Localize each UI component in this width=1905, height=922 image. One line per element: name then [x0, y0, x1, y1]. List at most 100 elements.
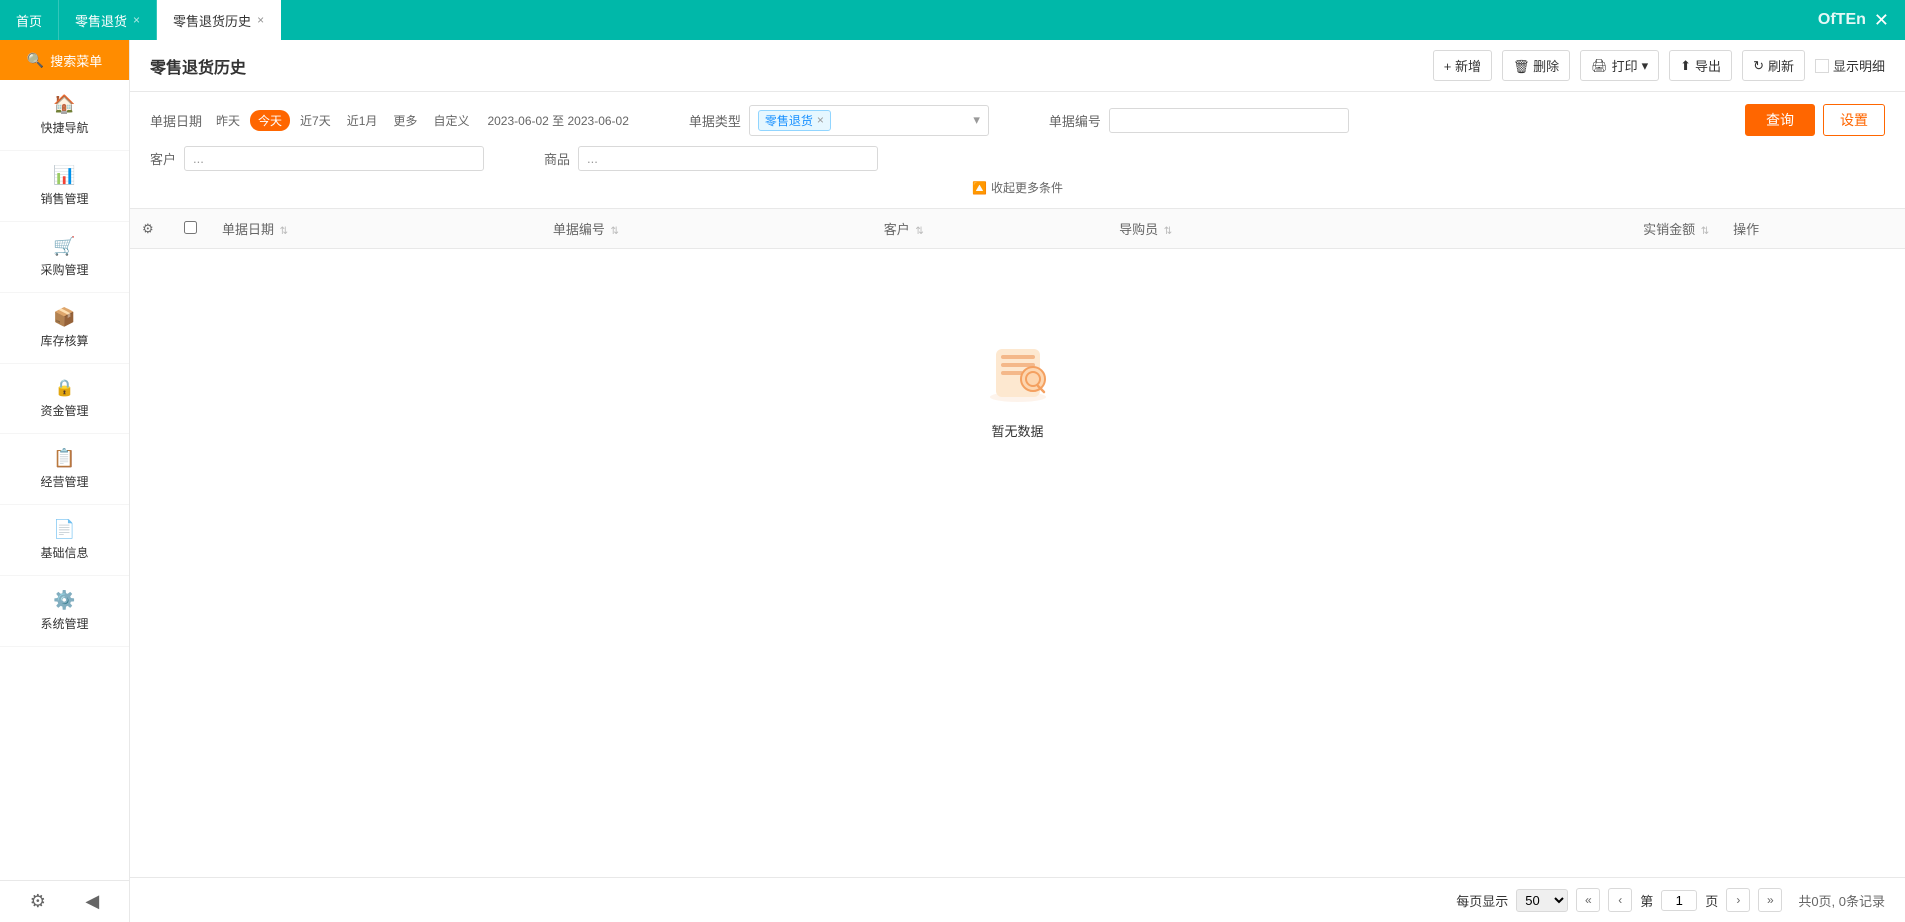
select-all-checkbox[interactable]	[184, 221, 197, 234]
sidebar-item-business-mgmt-label: 经营管理	[40, 473, 88, 490]
sidebar-item-basic-info[interactable]: 📄 基础信息	[0, 505, 129, 576]
settings-filter-button[interactable]: 设置	[1823, 104, 1885, 136]
sidebar-item-inventory[interactable]: 📦 库存核算	[0, 293, 129, 364]
th-amount-label: 实销金额	[1643, 222, 1695, 237]
display-detail-label: 显示明细	[1833, 56, 1885, 75]
sidebar-item-business-mgmt[interactable]: 📋 经营管理	[0, 434, 129, 505]
type-select-dropdown-icon: ▾	[973, 112, 980, 128]
number-filter-label: 单据编号	[1049, 111, 1101, 130]
sidebar-item-inventory-label: 库存核算	[40, 332, 88, 349]
th-action: 操作	[1721, 209, 1905, 249]
next-page-button[interactable]: ›	[1726, 888, 1750, 912]
filter-number: 单据编号	[1049, 108, 1349, 133]
table-header-row: ⚙ 单据日期 ⇅ 单据编号 ⇅	[130, 209, 1905, 249]
export-button[interactable]: ⬆ 导出	[1669, 50, 1732, 81]
tab-retail-return[interactable]: 零售退货 ×	[59, 0, 157, 40]
th-number-label: 单据编号	[553, 222, 605, 237]
page-label: 第	[1640, 891, 1653, 910]
main-layout: 🔍 搜索菜单 🏠 快捷导航 📊 销售管理 🛒 采购管理 📦 库存核算 🔒 资金管…	[0, 40, 1905, 922]
sidebar-item-purchase-mgmt[interactable]: 🛒 采购管理	[0, 222, 129, 293]
home-icon: 🏠	[53, 94, 75, 115]
search-icon: 🔍	[27, 52, 44, 69]
system-icon: ⚙️	[53, 590, 75, 611]
number-filter-input[interactable]	[1109, 108, 1349, 133]
type-tag-close[interactable]: ×	[817, 113, 824, 127]
th-customer[interactable]: 客户 ⇅	[872, 209, 1107, 249]
display-detail-toggle[interactable]: 显示明细	[1815, 56, 1885, 75]
tab-list: 首页 零售退货 × 零售退货历史 ×	[0, 0, 1818, 40]
tab-retail-return-close[interactable]: ×	[133, 13, 140, 27]
date-btn-custom[interactable]: 自定义	[427, 110, 475, 131]
goods-filter-label: 商品	[544, 149, 570, 168]
th-amount[interactable]: 实销金额 ⇅	[1390, 209, 1721, 249]
refresh-button[interactable]: ↻ 刷新	[1742, 50, 1805, 81]
new-button[interactable]: + 新增	[1433, 50, 1492, 81]
first-page-button[interactable]: «	[1576, 888, 1600, 912]
filter-type: 单据类型 零售退货 × ▾	[689, 105, 989, 136]
last-page-button[interactable]: »	[1758, 888, 1782, 912]
close-window-icon[interactable]: ✕	[1874, 10, 1889, 31]
table-settings-icon[interactable]: ⚙	[142, 221, 154, 236]
page-header: 零售退货历史 + 新增 🗑 删除 🖨 🖨 打印 打印 ▾ ⬆ 导出 ↻ 刷新	[130, 40, 1905, 92]
query-button[interactable]: 查询	[1745, 104, 1815, 136]
filter-customer: 客户 ...	[150, 146, 484, 171]
page-size-select[interactable]: 50 10 20 100	[1516, 889, 1568, 912]
sidebar-item-system-mgmt[interactable]: ⚙️ 系统管理	[0, 576, 129, 647]
date-btn-last-month[interactable]: 近1月	[341, 110, 384, 131]
th-number[interactable]: 单据编号 ⇅	[541, 209, 872, 249]
sidebar-settings-btn[interactable]: ⚙	[30, 891, 46, 912]
inventory-icon: 📦	[53, 307, 75, 328]
sidebar-item-system-mgmt-label: 系统管理	[40, 615, 88, 632]
sidebar-item-capital-mgmt[interactable]: 🔒 资金管理	[0, 364, 129, 434]
page-number-input[interactable]	[1661, 890, 1697, 911]
date-btn-yesterday[interactable]: 昨天	[210, 110, 246, 131]
date-btn-more[interactable]: 更多	[387, 110, 423, 131]
type-select[interactable]: 零售退货 × ▾	[749, 105, 989, 136]
number-sort-icon: ⇅	[611, 226, 619, 237]
table-container: ⚙ 单据日期 ⇅ 单据编号 ⇅	[130, 209, 1905, 877]
type-filter-label: 单据类型	[689, 111, 741, 130]
print-button[interactable]: 🖨 🖨 打印 打印 ▾	[1580, 50, 1659, 81]
th-customer-label: 客户	[884, 222, 910, 237]
refresh-icon: ↻	[1753, 58, 1764, 74]
sidebar-item-quick-nav[interactable]: 🏠 快捷导航	[0, 80, 129, 151]
sidebar-item-sales-mgmt[interactable]: 📊 销售管理	[0, 151, 129, 222]
goods-select[interactable]: ...	[578, 146, 878, 171]
guide-sort-icon: ⇅	[1164, 226, 1172, 237]
th-date[interactable]: 单据日期 ⇅	[210, 209, 541, 249]
sidebar-search-label: 搜索菜单	[50, 51, 102, 70]
tab-retail-return-history-label: 零售退货历史	[173, 11, 251, 30]
collapse-filter-label: 收起更多条件	[991, 179, 1063, 196]
tab-retail-return-history-close[interactable]: ×	[257, 13, 264, 27]
sidebar-collapse-btn[interactable]: ◀	[85, 891, 99, 912]
sidebar-bottom: ⚙ ◀	[0, 880, 129, 922]
amount-sort-icon: ⇅	[1701, 226, 1709, 237]
page-title: 零售退货历史	[150, 54, 246, 78]
filter-date: 单据日期 昨天 今天 近7天 近1月 更多 自定义 2023-06-02 至 2…	[150, 110, 629, 131]
sidebar-item-quick-nav-label: 快捷导航	[40, 119, 88, 136]
date-btn-today[interactable]: 今天	[250, 110, 290, 131]
pagination-bar: 每页显示 50 10 20 100 « ‹ 第 页 › » 共0页, 0条记录	[130, 877, 1905, 922]
prev-page-button[interactable]: ‹	[1608, 888, 1632, 912]
sidebar-search[interactable]: 🔍 搜索菜单	[0, 40, 129, 80]
tab-home[interactable]: 首页	[0, 0, 59, 40]
customer-select[interactable]: ...	[184, 146, 484, 171]
delete-button[interactable]: 🗑 删除	[1502, 50, 1570, 81]
collapse-up-icon: 🔼	[972, 181, 987, 195]
display-detail-checkbox[interactable]	[1815, 59, 1829, 73]
tab-retail-return-history[interactable]: 零售退货历史 ×	[157, 0, 281, 40]
filter-area: 单据日期 昨天 今天 近7天 近1月 更多 自定义 2023-06-02 至 2…	[130, 92, 1905, 209]
th-settings[interactable]: ⚙	[130, 209, 170, 249]
type-tag-value: 零售退货	[765, 112, 813, 129]
empty-illustration	[978, 329, 1058, 409]
th-checkbox[interactable]	[170, 209, 210, 249]
customer-sort-icon: ⇅	[915, 226, 923, 237]
content-area: 零售退货历史 + 新增 🗑 删除 🖨 🖨 打印 打印 ▾ ⬆ 导出 ↻ 刷新	[130, 40, 1905, 922]
header-actions: + 新增 🗑 删除 🖨 🖨 打印 打印 ▾ ⬆ 导出 ↻ 刷新	[1433, 50, 1885, 81]
sales-icon: 📊	[53, 165, 75, 186]
sidebar-item-sales-mgmt-label: 销售管理	[40, 190, 88, 207]
empty-state: 暂无数据	[130, 249, 1905, 520]
th-guide[interactable]: 导购员 ⇅	[1107, 209, 1390, 249]
date-btn-last7[interactable]: 近7天	[294, 110, 337, 131]
collapse-filter-button[interactable]: 🔼 收起更多条件	[150, 179, 1885, 196]
